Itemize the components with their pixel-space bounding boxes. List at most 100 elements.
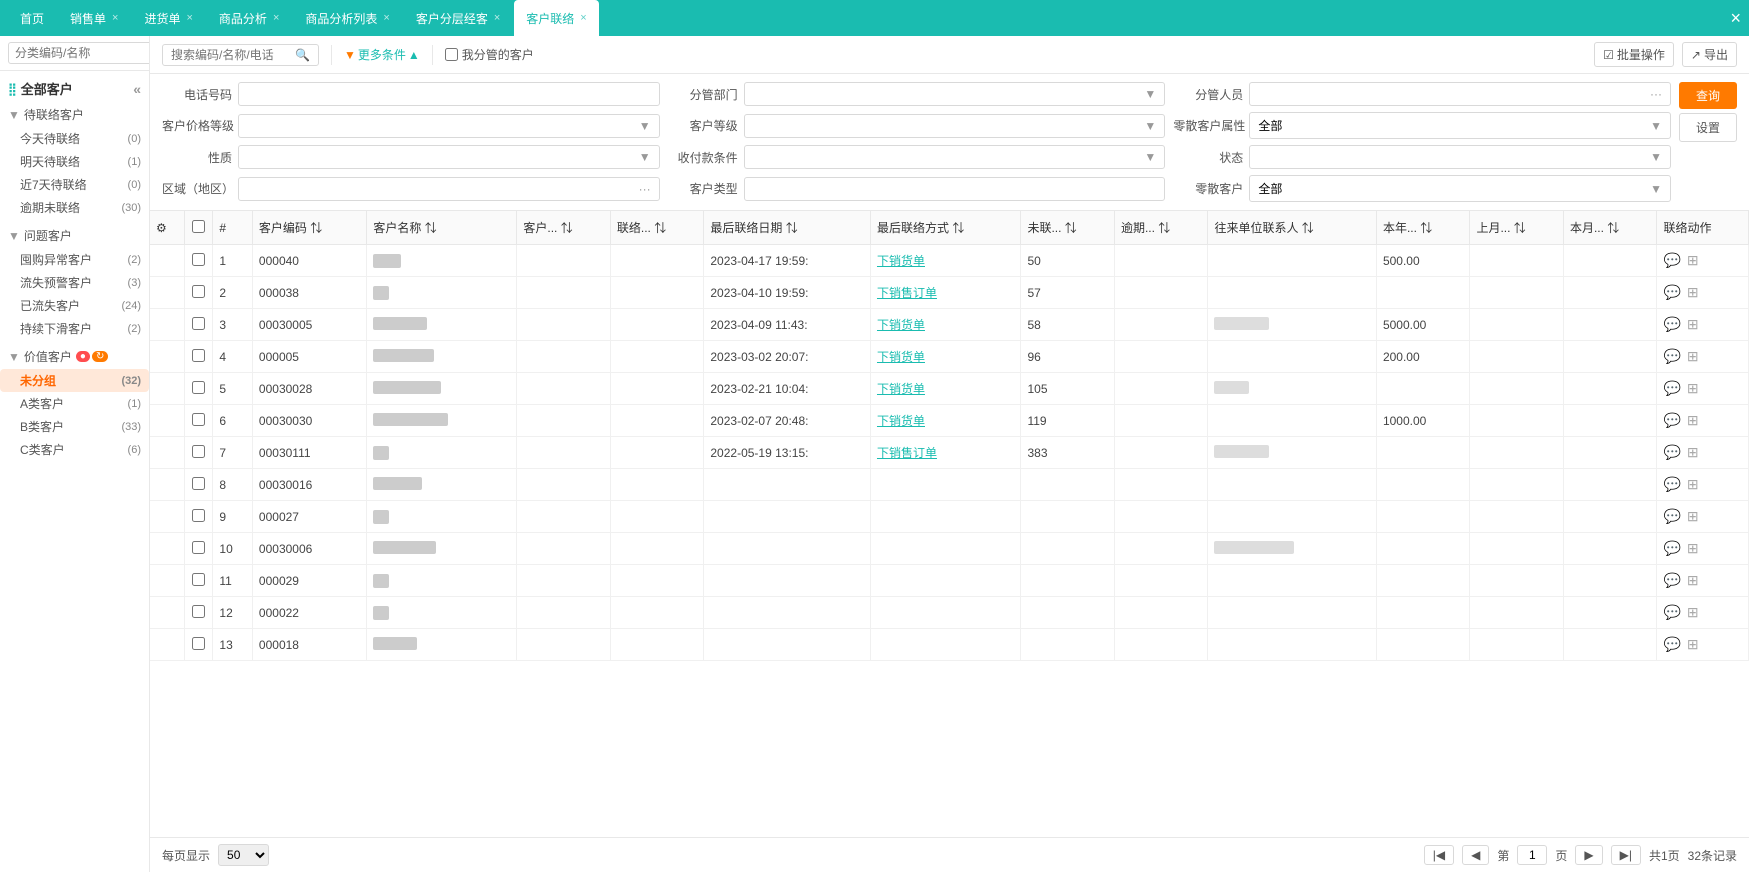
action-chat-icon[interactable]: 💬 — [1663, 444, 1680, 461]
action-chat-icon[interactable]: 💬 — [1663, 604, 1680, 621]
nav-home[interactable]: 首页 — [8, 0, 56, 36]
batch-op-button[interactable]: ☑ 批量操作 — [1594, 42, 1674, 67]
row-checkbox[interactable] — [192, 605, 205, 618]
sidebar-item-declining[interactable]: 持续下滑客户 (2) — [0, 317, 149, 340]
action-more-icon[interactable]: ⊞ — [1687, 412, 1699, 429]
action-more-icon[interactable]: ⊞ — [1687, 316, 1699, 333]
row-checkbox[interactable] — [192, 477, 205, 490]
col-not-contact[interactable]: 未联... ⇅ — [1021, 211, 1115, 245]
filter-price-level-select[interactable]: ▼ — [238, 114, 660, 138]
main-search-icon[interactable]: 🔍 — [295, 48, 310, 62]
sidebar-item-churn-warning[interactable]: 流失预警客户 (3) — [0, 271, 149, 294]
sidebar-item-ungroup[interactable]: 未分组 (32) — [0, 369, 149, 392]
nav-sales-close[interactable]: × — [112, 12, 118, 24]
nav-customer-segment-close[interactable]: × — [494, 12, 500, 24]
row-checkbox[interactable] — [192, 317, 205, 330]
filter-status-select[interactable]: ▼ — [1249, 145, 1671, 169]
sidebar-item-overdue[interactable]: 逾期未联络 (30) — [0, 196, 149, 219]
per-page-select[interactable]: 50 100 200 — [218, 844, 269, 866]
action-more-icon[interactable]: ⊞ — [1687, 252, 1699, 269]
action-more-icon[interactable]: ⊞ — [1687, 508, 1699, 525]
action-more-icon[interactable]: ⊞ — [1687, 284, 1699, 301]
main-search-input[interactable] — [171, 48, 291, 62]
sidebar-item-class-c[interactable]: C类客户 (6) — [0, 438, 149, 461]
last-page-button[interactable]: ▶| — [1611, 845, 1641, 865]
filter-customer-type-input[interactable] — [744, 177, 1166, 201]
filter-payment-select[interactable]: ▼ — [744, 145, 1166, 169]
action-chat-icon[interactable]: 💬 — [1663, 412, 1680, 429]
row-checkbox[interactable] — [192, 509, 205, 522]
sidebar-item-class-a[interactable]: A类客户 (1) — [0, 392, 149, 415]
action-more-icon[interactable]: ⊞ — [1687, 380, 1699, 397]
action-chat-icon[interactable]: 💬 — [1663, 348, 1680, 365]
nav-product-list[interactable]: 商品分析列表 × — [293, 0, 401, 36]
row-checkbox[interactable] — [192, 381, 205, 394]
sidebar-item-tomorrow[interactable]: 明天待联络 (1) — [0, 150, 149, 173]
action-chat-icon[interactable]: 💬 — [1663, 476, 1680, 493]
sidebar-item-today[interactable]: 今天待联络 (0) — [0, 127, 149, 150]
nav-purchase-close[interactable]: × — [186, 12, 192, 24]
nav-product-analysis-close[interactable]: × — [273, 12, 279, 24]
first-page-button[interactable]: |◀ — [1424, 845, 1454, 865]
nav-product-list-close[interactable]: × — [383, 12, 389, 24]
pending-contact-group[interactable]: ▼ 待联络客户 — [0, 102, 149, 127]
row-checkbox[interactable] — [192, 413, 205, 426]
filter-manager-select[interactable]: ··· — [1249, 82, 1671, 106]
sidebar-item-class-b[interactable]: B类客户 (33) — [0, 415, 149, 438]
col-code[interactable]: 客户编码 ⇅ — [252, 211, 366, 245]
page-number-input[interactable] — [1517, 845, 1547, 865]
close-all-button[interactable]: × — [1730, 8, 1741, 29]
action-chat-icon[interactable]: 💬 — [1663, 252, 1680, 269]
col-overdue[interactable]: 逾期... ⇅ — [1114, 211, 1208, 245]
row-checkbox[interactable] — [192, 637, 205, 650]
nav-customer-segment[interactable]: 客户分层经客 × — [404, 0, 512, 36]
export-button[interactable]: ↗ 导出 — [1682, 42, 1737, 67]
filter-phone-input[interactable] — [238, 82, 660, 106]
last-method-link[interactable]: 下销货单 — [877, 350, 925, 364]
col-c2[interactable]: 联络... ⇅ — [610, 211, 704, 245]
col-contacts[interactable]: 往来单位联系人 ⇅ — [1208, 211, 1376, 245]
sidebar-item-churned[interactable]: 已流失客户 (24) — [0, 294, 149, 317]
action-more-icon[interactable]: ⊞ — [1687, 540, 1699, 557]
action-more-icon[interactable]: ⊞ — [1687, 604, 1699, 621]
action-more-icon[interactable]: ⊞ — [1687, 444, 1699, 461]
value-customer-group[interactable]: ▼ 价值客户 ● ↻ — [0, 344, 149, 369]
col-last-date[interactable]: 最后联络日期 ⇅ — [704, 211, 871, 245]
reset-button[interactable]: 设置 — [1679, 113, 1737, 142]
category-search-input[interactable] — [8, 42, 150, 64]
action-chat-icon[interactable]: 💬 — [1663, 316, 1680, 333]
select-all-checkbox[interactable] — [192, 220, 205, 233]
row-checkbox[interactable] — [192, 573, 205, 586]
nav-product-analysis[interactable]: 商品分析 × — [207, 0, 291, 36]
my-customers-checkbox[interactable] — [445, 48, 458, 61]
sidebar-collapse-icon[interactable]: « — [133, 81, 141, 97]
filter-region-select[interactable]: ··· — [238, 177, 660, 201]
filter-nature-select[interactable]: ▼ — [238, 145, 660, 169]
more-conditions-button[interactable]: ▼ 更多条件 ▲ — [344, 46, 420, 63]
action-chat-icon[interactable]: 💬 — [1663, 508, 1680, 525]
action-more-icon[interactable]: ⊞ — [1687, 348, 1699, 365]
last-method-link[interactable]: 下销售订单 — [877, 446, 937, 460]
action-chat-icon[interactable]: 💬 — [1663, 540, 1680, 557]
sidebar-item-week[interactable]: 近7天待联络 (0) — [0, 173, 149, 196]
filter-retail-select[interactable]: 全部 ▼ — [1249, 175, 1671, 202]
action-chat-icon[interactable]: 💬 — [1663, 284, 1680, 301]
settings-icon[interactable]: ⚙ — [156, 221, 167, 235]
problem-customer-group[interactable]: ▼ 问题客户 — [0, 223, 149, 248]
last-method-link[interactable]: 下销货单 — [877, 414, 925, 428]
action-chat-icon[interactable]: 💬 — [1663, 380, 1680, 397]
filter-customer-level-select[interactable]: ▼ — [744, 114, 1166, 138]
last-method-link[interactable]: 下销货单 — [877, 382, 925, 396]
sidebar-item-abnormal[interactable]: 囤购异常客户 (2) — [0, 248, 149, 271]
nav-purchase[interactable]: 进货单 × — [132, 0, 204, 36]
col-this-month[interactable]: 本月... ⇅ — [1563, 211, 1657, 245]
all-customers-label[interactable]: 全部客户 — [21, 79, 73, 98]
action-chat-icon[interactable]: 💬 — [1663, 572, 1680, 589]
col-last-method[interactable]: 最后联络方式 ⇅ — [870, 211, 1020, 245]
nav-customer-contact-close[interactable]: × — [580, 12, 586, 24]
col-c1[interactable]: 客户... ⇅ — [517, 211, 611, 245]
nav-customer-contact[interactable]: 客户联络 × — [514, 0, 598, 36]
filter-retail-attr-select[interactable]: 全部 ▼ — [1249, 112, 1671, 139]
nav-sales[interactable]: 销售单 × — [58, 0, 130, 36]
search-button[interactable]: 查询 — [1679, 82, 1737, 109]
